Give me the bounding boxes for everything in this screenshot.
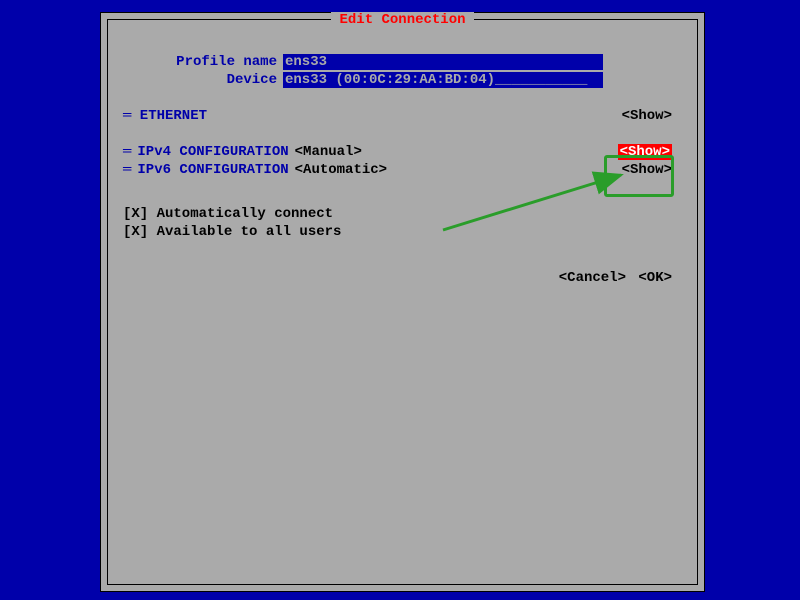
profile-name-label: Profile name — [123, 54, 283, 70]
device-label: Device — [123, 72, 283, 88]
ipv4-show-button[interactable]: <Show> — [618, 144, 672, 160]
dialog-content: Profile name ens33 Device ens33 (00:0C:2… — [123, 50, 682, 569]
ipv4-mode-select[interactable]: <Manual> — [295, 144, 362, 160]
cancel-button[interactable]: <Cancel> — [559, 270, 626, 286]
device-input[interactable]: ens33 (00:0C:29:AA:BD:04)___________ — [283, 72, 603, 88]
ipv6-show-button[interactable]: <Show> — [622, 162, 672, 178]
dialog-title: Edit Connection — [331, 12, 473, 28]
edit-connection-dialog: Edit Connection Profile name ens33 Devic… — [100, 12, 705, 592]
ipv6-section: ═ IPv6 CONFIGURATION <Automatic> <Show> — [123, 162, 682, 178]
all-users-checkbox[interactable]: [X] Available to all users — [123, 224, 682, 240]
ipv4-label: IPv4 CONFIGURATION — [137, 144, 288, 160]
ethernet-show-button[interactable]: <Show> — [622, 108, 672, 124]
ethernet-label: ═ ETHERNET — [123, 108, 207, 124]
dialog-border: Edit Connection Profile name ens33 Devic… — [107, 19, 698, 585]
dialog-buttons: <Cancel> <OK> — [123, 270, 672, 286]
ipv4-section: ═ IPv4 CONFIGURATION <Manual> <Show> — [123, 144, 682, 160]
ethernet-section: ═ ETHERNET <Show> — [123, 108, 682, 124]
profile-name-row: Profile name ens33 — [123, 54, 682, 70]
ipv6-eq: ═ — [123, 162, 131, 178]
device-row: Device ens33 (00:0C:29:AA:BD:04)________… — [123, 72, 682, 88]
ipv4-eq: ═ — [123, 144, 131, 160]
ipv6-mode-select[interactable]: <Automatic> — [295, 162, 387, 178]
ipv6-label: IPv6 CONFIGURATION — [137, 162, 288, 178]
ok-button[interactable]: <OK> — [638, 270, 672, 286]
auto-connect-checkbox[interactable]: [X] Automatically connect — [123, 206, 682, 222]
profile-name-input[interactable]: ens33 — [283, 54, 603, 70]
